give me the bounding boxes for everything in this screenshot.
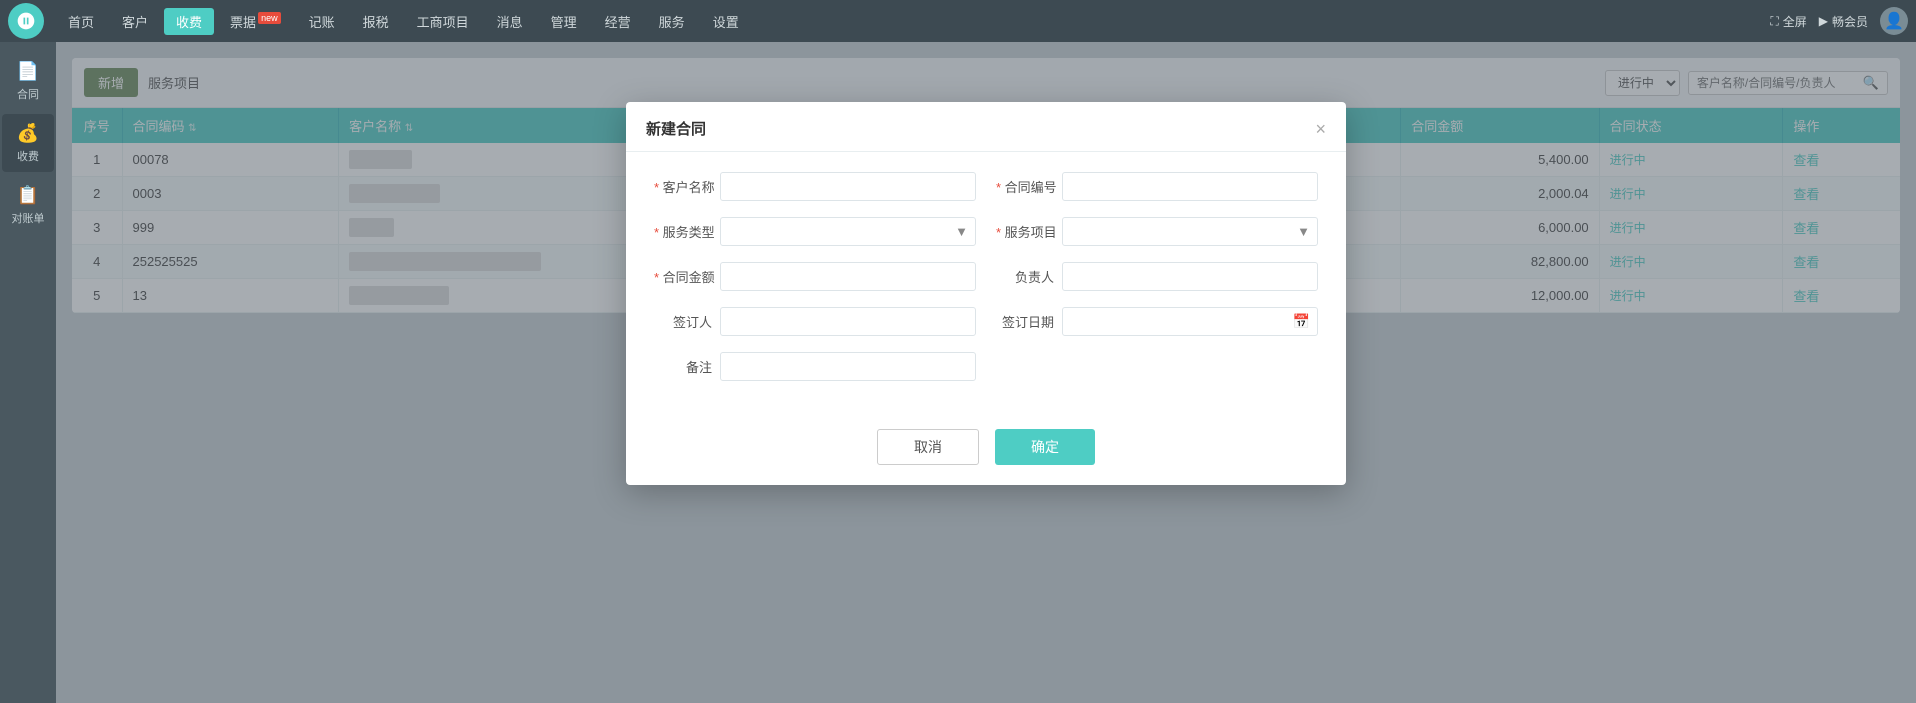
- nav-business[interactable]: 工商项目: [405, 8, 481, 35]
- app-logo: [8, 3, 44, 39]
- field-service-type: 服务类型 ▼: [654, 217, 976, 246]
- fullscreen-button[interactable]: ⛶ 全屏: [1770, 13, 1806, 30]
- service-item-label: 服务项目: [996, 222, 1054, 241]
- modal-body: 客户名称 合同编号 服务类型: [626, 152, 1346, 417]
- nav-message[interactable]: 消息: [485, 8, 535, 35]
- sidebar-item-statement[interactable]: 📋 对账单: [2, 176, 54, 234]
- nav-billing[interactable]: 收费: [164, 8, 214, 35]
- responsible-input[interactable]: [1062, 262, 1318, 291]
- field-sign-date: 签订日期 2023-06-06 📅: [996, 307, 1318, 336]
- remark-label: 备注: [654, 357, 712, 376]
- nav-right-area: ⛶ 全屏 ▶ 畅会员 👤: [1770, 7, 1908, 35]
- remark-input[interactable]: [720, 352, 976, 381]
- form-row-4: 签订人 签订日期 2023-06-06 📅: [654, 307, 1318, 336]
- content-area: 新增 服务项目 进行中 已完成 已终止 🔍: [56, 42, 1916, 703]
- nav-customer[interactable]: 客户: [110, 8, 160, 35]
- service-type-label: 服务类型: [654, 222, 712, 241]
- sign-date-label: 签订日期: [996, 312, 1054, 331]
- service-type-select[interactable]: [720, 217, 976, 246]
- contract-amount-label: 合同金额: [654, 267, 712, 286]
- top-navigation: 首页 客户 收费 票据new 记账 报税 工商项目 消息 管理 经营 服务 设置…: [0, 0, 1916, 42]
- form-row-2: 服务类型 ▼ 服务项目 ▼: [654, 217, 1318, 246]
- sidebar-label-statement: 对账单: [12, 210, 45, 226]
- nav-operation[interactable]: 经营: [593, 8, 643, 35]
- signer-label: 签订人: [654, 312, 712, 331]
- cancel-button[interactable]: 取消: [877, 429, 979, 465]
- customer-name-input[interactable]: [720, 172, 976, 201]
- sign-date-input[interactable]: 2023-06-06: [1062, 307, 1318, 336]
- confirm-button[interactable]: 确定: [995, 429, 1095, 465]
- nav-invoice[interactable]: 票据new: [218, 8, 293, 35]
- modal-close-button[interactable]: ×: [1315, 120, 1326, 138]
- signer-input[interactable]: [720, 307, 976, 336]
- statement-icon: 📋: [17, 184, 39, 206]
- service-item-select-wrapper: ▼: [1062, 217, 1318, 246]
- field-remark: 备注: [654, 352, 976, 381]
- responsible-label: 负责人: [996, 267, 1054, 286]
- modal-title: 新建合同: [646, 118, 706, 139]
- nav-service[interactable]: 服务: [647, 8, 697, 35]
- nav-manage[interactable]: 管理: [539, 8, 589, 35]
- nav-menu: 首页 客户 收费 票据new 记账 报税 工商项目 消息 管理 经营 服务 设置: [56, 8, 1770, 35]
- field-signer: 签订人: [654, 307, 976, 336]
- contract-no-label: 合同编号: [996, 177, 1054, 196]
- field-service-item: 服务项目 ▼: [996, 217, 1318, 246]
- fullscreen-label: 全屏: [1783, 13, 1807, 30]
- field-customer-name: 客户名称: [654, 172, 976, 201]
- field-contract-amount: 合同金额 0.00: [654, 262, 976, 291]
- modal-footer: 取消 确定: [626, 417, 1346, 485]
- field-responsible: 负责人: [996, 262, 1318, 291]
- modal-header: 新建合同 ×: [626, 102, 1346, 152]
- contract-no-input[interactable]: [1062, 172, 1318, 201]
- nav-bookkeeping[interactable]: 记账: [297, 8, 347, 35]
- form-row-3: 合同金额 0.00 负责人: [654, 262, 1318, 291]
- form-row-1: 客户名称 合同编号: [654, 172, 1318, 201]
- new-badge: new: [258, 12, 281, 24]
- modal-overlay: 新建合同 × 客户名称 合同编号: [56, 42, 1916, 703]
- billing-icon: 💰: [17, 122, 39, 144]
- sidebar-label-billing: 收费: [17, 148, 39, 164]
- sidebar: 📄 合同 💰 收费 📋 对账单: [0, 42, 56, 703]
- vip-label: 畅会员: [1832, 13, 1868, 30]
- new-contract-modal: 新建合同 × 客户名称 合同编号: [626, 102, 1346, 485]
- sign-date-wrapper: 2023-06-06 📅: [1062, 307, 1318, 336]
- nav-tax[interactable]: 报税: [351, 8, 401, 35]
- vip-button[interactable]: ▶ 畅会员: [1819, 13, 1868, 30]
- field-contract-no: 合同编号: [996, 172, 1318, 201]
- sidebar-label-contract: 合同: [17, 86, 39, 102]
- customer-name-label: 客户名称: [654, 177, 712, 196]
- form-row-5: 备注: [654, 352, 1318, 381]
- sidebar-item-contract[interactable]: 📄 合同: [2, 52, 54, 110]
- fullscreen-icon: ⛶: [1770, 14, 1778, 29]
- service-item-select[interactable]: [1062, 217, 1318, 246]
- calendar-icon[interactable]: 📅: [1293, 313, 1310, 330]
- main-area: 📄 合同 💰 收费 📋 对账单 新增 服务项目 进行中 已完成 已终止: [0, 42, 1916, 703]
- user-avatar[interactable]: 👤: [1880, 7, 1908, 35]
- contract-icon: 📄: [17, 60, 39, 82]
- nav-home[interactable]: 首页: [56, 8, 106, 35]
- sidebar-item-billing[interactable]: 💰 收费: [2, 114, 54, 172]
- vip-icon: ▶: [1819, 14, 1828, 28]
- service-type-select-wrapper: ▼: [720, 217, 976, 246]
- contract-amount-input[interactable]: 0.00: [720, 262, 976, 291]
- avatar-icon: 👤: [1884, 11, 1904, 31]
- nav-settings[interactable]: 设置: [701, 8, 751, 35]
